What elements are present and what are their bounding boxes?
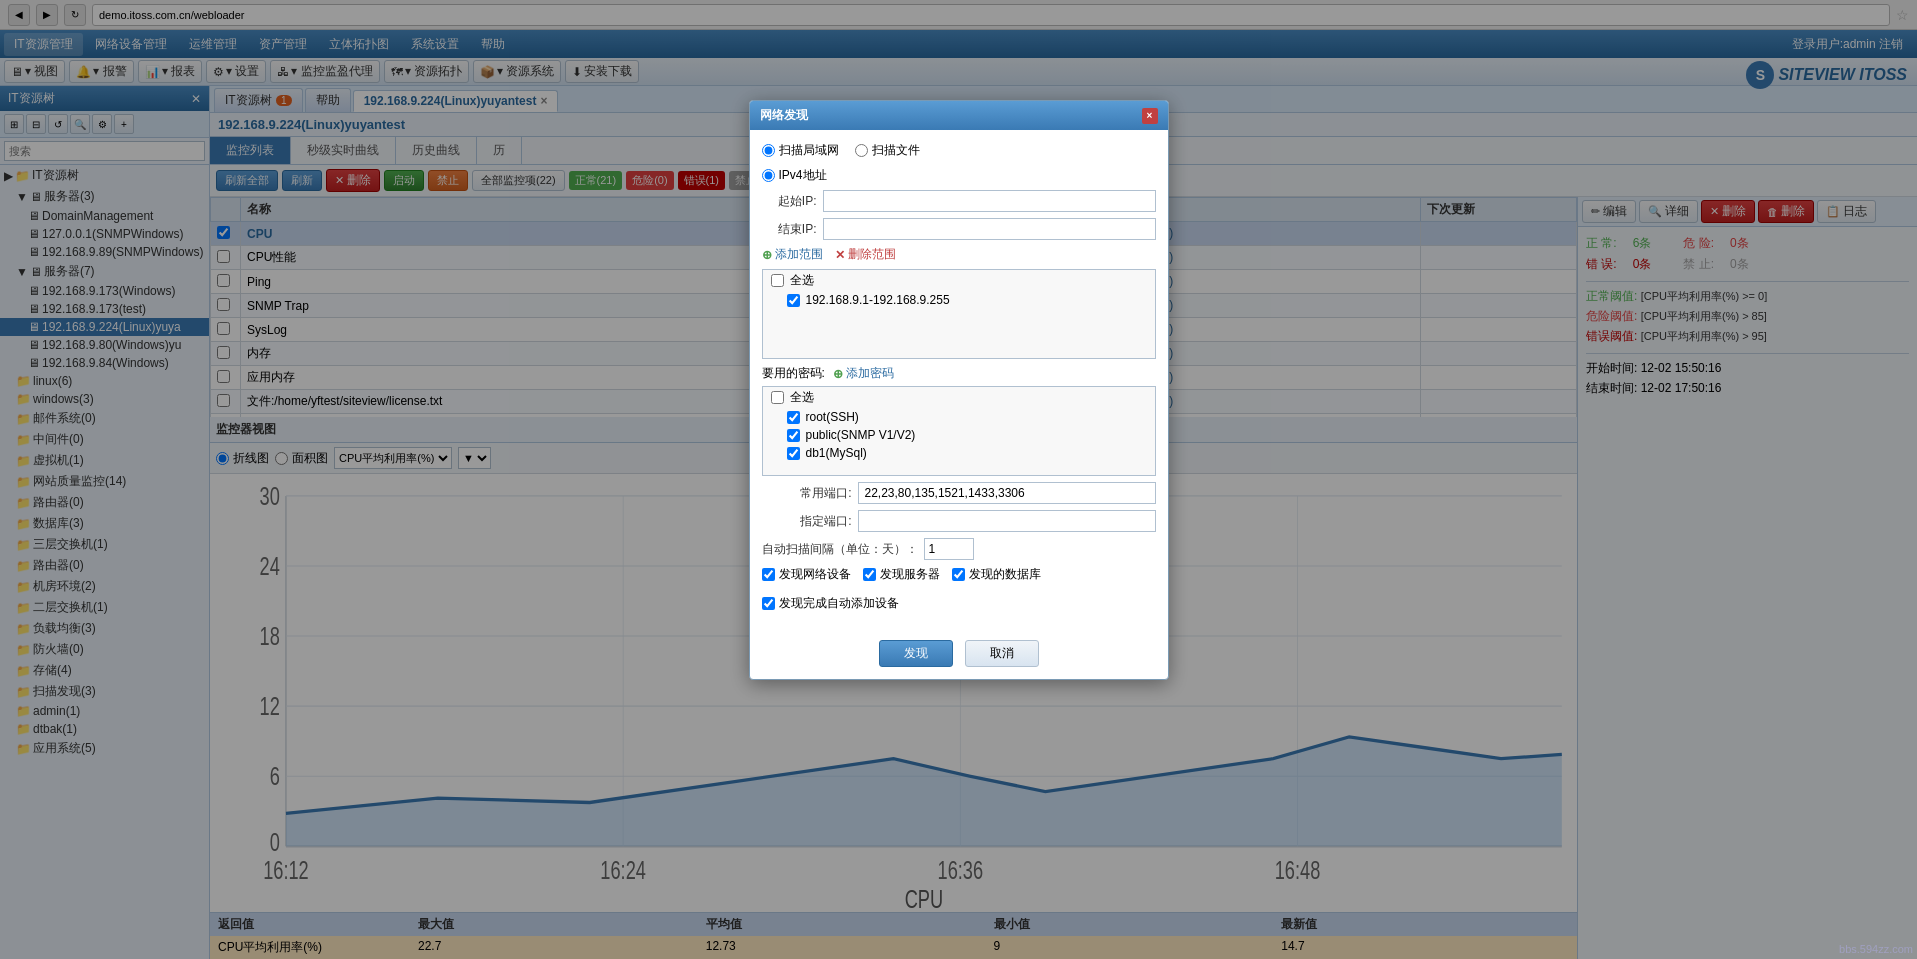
password-all-checkbox[interactable] <box>771 391 784 404</box>
dialog-footer: 发现 取消 <box>750 632 1168 679</box>
range-all-label: 全选 <box>790 272 814 289</box>
discover-options: 发现网络设备 发现服务器 发现的数据库 发现完成自动添加设备 <box>762 566 1156 612</box>
discover-server-checkbox[interactable] <box>863 568 876 581</box>
cross-icon: ✕ <box>835 248 845 262</box>
password-root-label: root(SSH) <box>806 410 859 424</box>
discover-server-label[interactable]: 发现服务器 <box>863 566 940 583</box>
ipv4-radio[interactable] <box>762 169 775 182</box>
end-ip-label: 结束IP: <box>762 221 817 238</box>
end-ip-row: 结束IP: <box>762 218 1156 240</box>
range-list: 全选 192.168.9.1-192.168.9.255 <box>762 269 1156 359</box>
password-section-header: 要用的密码: ⊕ 添加密码 <box>762 365 1156 382</box>
custom-port-input[interactable] <box>858 510 1156 532</box>
interval-row: 自动扫描间隔（单位：天）： <box>762 538 1156 560</box>
dialog-overlay: 网络发现 × 扫描局域网 扫描文件 IPv4地址 <box>0 0 1917 959</box>
password-list: 全选 root(SSH) public(SNMP V1/V2) db1(MySq… <box>762 386 1156 476</box>
network-discover-dialog: 网络发现 × 扫描局域网 扫描文件 IPv4地址 <box>749 100 1169 680</box>
range-actions: ⊕ 添加范围 ✕ 删除范围 <box>762 246 1156 263</box>
interval-input[interactable] <box>924 538 974 560</box>
ipv4-radio-label[interactable]: IPv4地址 <box>762 167 1156 184</box>
dialog-close-btn[interactable]: × <box>1142 108 1158 124</box>
scan-domain-radio-label[interactable]: 扫描局域网 <box>762 142 839 159</box>
discover-btn[interactable]: 发现 <box>879 640 953 667</box>
interval-label: 自动扫描间隔（单位：天）： <box>762 541 918 558</box>
discover-db-checkbox[interactable] <box>952 568 965 581</box>
plus-icon: ⊕ <box>762 248 772 262</box>
del-range-btn[interactable]: ✕ 删除范围 <box>835 246 896 263</box>
range-select-all[interactable]: 全选 <box>763 270 1155 291</box>
watermark: bbs.594zz.com <box>1839 943 1913 955</box>
range-item-1[interactable]: 192.168.9.1-192.168.9.255 <box>763 291 1155 309</box>
add-range-btn[interactable]: ⊕ 添加范围 <box>762 246 823 263</box>
range-value: 192.168.9.1-192.168.9.255 <box>806 293 950 307</box>
password-item-root[interactable]: root(SSH) <box>763 408 1155 426</box>
scan-file-radio-label[interactable]: 扫描文件 <box>855 142 920 159</box>
password-item-public[interactable]: public(SNMP V1/V2) <box>763 426 1155 444</box>
custom-port-row: 指定端口: <box>762 510 1156 532</box>
range-all-checkbox[interactable] <box>771 274 784 287</box>
start-ip-row: 起始IP: <box>762 190 1156 212</box>
end-ip-input[interactable] <box>823 218 1156 240</box>
plus-icon2: ⊕ <box>833 367 843 381</box>
password-root-checkbox[interactable] <box>787 411 800 424</box>
ipv4-label: IPv4地址 <box>779 167 827 184</box>
start-ip-input[interactable] <box>823 190 1156 212</box>
password-public-label: public(SNMP V1/V2) <box>806 428 916 442</box>
password-public-checkbox[interactable] <box>787 429 800 442</box>
password-select-all[interactable]: 全选 <box>763 387 1155 408</box>
password-db1-label: db1(MySql) <box>806 446 867 460</box>
dialog-title: 网络发现 <box>760 107 808 124</box>
scan-type-group: 扫描局域网 扫描文件 <box>762 142 1156 159</box>
scan-domain-radio[interactable] <box>762 144 775 157</box>
custom-port-label: 指定端口: <box>762 513 852 530</box>
discover-network-label[interactable]: 发现网络设备 <box>762 566 851 583</box>
add-password-btn[interactable]: ⊕ 添加密码 <box>833 365 894 382</box>
ipv4-section: IPv4地址 <box>762 167 1156 184</box>
common-port-row: 常用端口: <box>762 482 1156 504</box>
scan-file-radio[interactable] <box>855 144 868 157</box>
auto-add-checkbox[interactable] <box>762 597 775 610</box>
start-ip-label: 起始IP: <box>762 193 817 210</box>
password-section-label: 要用的密码: <box>762 365 825 382</box>
dialog-title-bar: 网络发现 × <box>750 101 1168 130</box>
dialog-body: 扫描局域网 扫描文件 IPv4地址 起始IP: <box>750 130 1168 632</box>
common-port-label: 常用端口: <box>762 485 852 502</box>
password-db1-checkbox[interactable] <box>787 447 800 460</box>
range-checkbox[interactable] <box>787 294 800 307</box>
cancel-btn[interactable]: 取消 <box>965 640 1039 667</box>
scan-domain-label: 扫描局域网 <box>779 142 839 159</box>
discover-network-checkbox[interactable] <box>762 568 775 581</box>
common-port-input[interactable] <box>858 482 1156 504</box>
discover-db-label[interactable]: 发现的数据库 <box>952 566 1041 583</box>
password-all-label: 全选 <box>790 389 814 406</box>
password-item-db1[interactable]: db1(MySql) <box>763 444 1155 462</box>
scan-file-label: 扫描文件 <box>872 142 920 159</box>
auto-add-label[interactable]: 发现完成自动添加设备 <box>762 595 899 612</box>
